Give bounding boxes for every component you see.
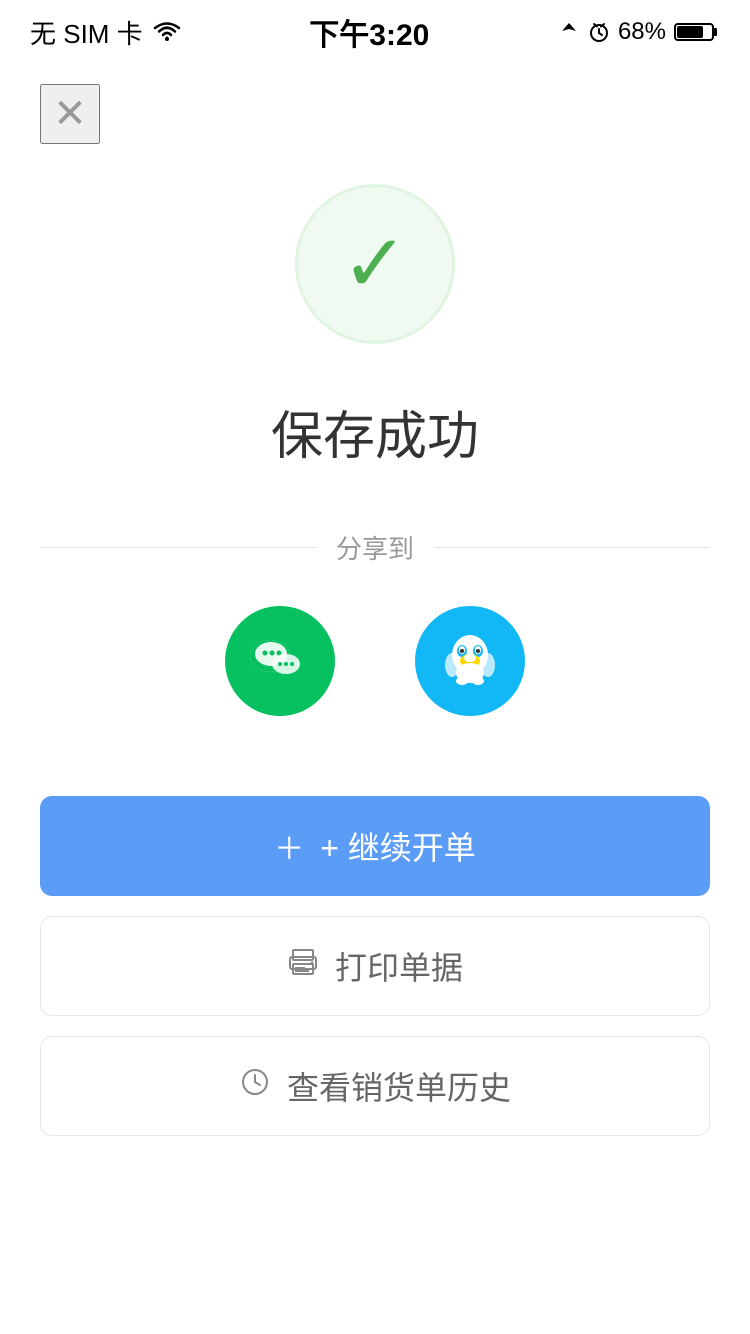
view-history-button[interactable]: 查看销货单历史 [40, 1036, 710, 1136]
view-history-label: 查看销货单历史 [287, 1063, 511, 1109]
status-right: 68% [558, 18, 720, 46]
share-label: 分享到 [336, 529, 414, 566]
qq-icon [440, 629, 500, 694]
battery-icon [674, 21, 720, 43]
continue-order-button[interactable]: ＋ + 继续开单 [40, 796, 710, 896]
share-divider-row: 分享到 [40, 529, 710, 566]
location-icon [558, 21, 580, 43]
success-circle: ✓ [295, 184, 455, 344]
wifi-icon [153, 22, 181, 42]
buttons-section: ＋ + 继续开单 打印单据 [40, 796, 710, 1136]
checkmark-icon: ✓ [341, 224, 408, 304]
close-icon: ✕ [53, 94, 87, 134]
battery-text: 68% [618, 18, 666, 46]
print-receipt-button[interactable]: 打印单据 [40, 916, 710, 1016]
history-icon [239, 1066, 271, 1106]
success-title: 保存成功 [271, 394, 479, 469]
main-content: ✕ ✓ 保存成功 分享到 [0, 64, 750, 1334]
alarm-icon [588, 21, 610, 43]
print-receipt-label: 打印单据 [335, 943, 463, 989]
printer-icon [287, 946, 319, 986]
wechat-share-button[interactable] [225, 606, 335, 716]
divider-line-right [434, 547, 710, 548]
divider-line-left [40, 547, 316, 548]
wechat-icon [248, 634, 313, 689]
status-bar: 无 SIM 卡 下午3:20 68% [0, 0, 750, 64]
continue-order-label: + 继续开单 [320, 823, 476, 869]
qq-share-button[interactable] [415, 606, 525, 716]
plus-icon: ＋ [274, 824, 304, 868]
status-time: 下午3:20 [309, 10, 429, 54]
status-left: 无 SIM 卡 [30, 14, 181, 51]
share-row [225, 606, 525, 716]
close-button[interactable]: ✕ [40, 84, 100, 144]
carrier-text: 无 SIM 卡 [30, 14, 143, 51]
